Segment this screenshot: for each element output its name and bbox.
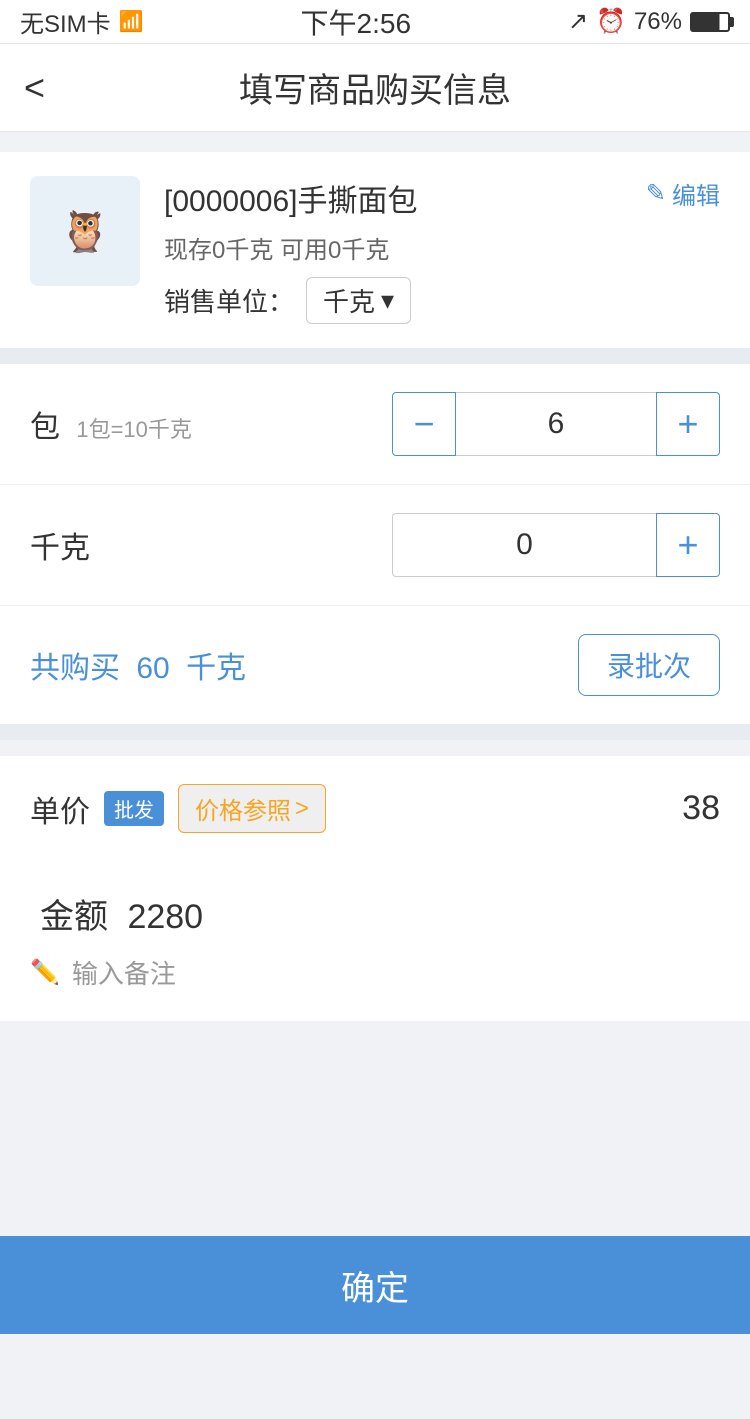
product-info: [0000006]手撕面包 现存0千克 可用0千克 销售单位： 千克 ▾ bbox=[164, 176, 720, 324]
back-button[interactable]: < bbox=[24, 67, 45, 109]
unit-label: 销售单位： bbox=[164, 282, 294, 319]
edit-button[interactable]: ✎ 编辑 bbox=[646, 176, 720, 211]
alarm-icon: ⏰ bbox=[596, 7, 626, 36]
note-placeholder: 输入备注 bbox=[72, 954, 176, 991]
confirm-button-label: 确定 bbox=[341, 1261, 409, 1310]
product-unit-row: 销售单位： 千克 ▾ bbox=[164, 277, 720, 324]
price-section: 单价 批发 价格参照 > 38 bbox=[0, 756, 750, 861]
pencil-icon: ✏️ bbox=[30, 958, 60, 987]
price-ref-arrow: > bbox=[295, 795, 309, 823]
battery-icon bbox=[690, 12, 730, 32]
unit-selector[interactable]: 千克 ▾ bbox=[306, 277, 411, 324]
total-row: 共购买 60 千克 录批次 bbox=[0, 606, 750, 724]
unit-value: 千克 bbox=[323, 282, 375, 319]
package-qty-control: − + bbox=[392, 392, 720, 456]
total-value: 60 bbox=[136, 652, 169, 685]
page-title: 填写商品购买信息 bbox=[239, 63, 511, 112]
kg-qty-control: + bbox=[392, 513, 720, 577]
package-sub-label: 1包=10千克 bbox=[76, 417, 192, 442]
divider-1 bbox=[0, 348, 750, 364]
kg-plus-button[interactable]: + bbox=[656, 513, 720, 577]
location-icon: ↗ bbox=[568, 7, 588, 36]
package-qty-input[interactable] bbox=[456, 392, 656, 456]
nav-bar: < 填写商品购买信息 bbox=[0, 44, 750, 132]
product-icon: 🦉 bbox=[60, 208, 110, 255]
product-name: [0000006]手撕面包 bbox=[164, 176, 720, 220]
amount-section: 金额 2280 ✏️ 输入备注 bbox=[0, 861, 750, 1021]
divider-2 bbox=[0, 724, 750, 740]
price-label: 单价 批发 价格参照 > bbox=[30, 784, 326, 833]
product-stock: 现存0千克 可用0千克 bbox=[164, 230, 720, 265]
price-ref-button[interactable]: 价格参照 > bbox=[178, 784, 326, 833]
amount-value: 2280 bbox=[127, 898, 203, 936]
price-value: 38 bbox=[682, 789, 720, 828]
kg-row: 千克 + bbox=[0, 485, 750, 606]
package-row: 包 1包=10千克 − + bbox=[0, 364, 750, 485]
confirm-button[interactable]: 确定 bbox=[0, 1236, 750, 1334]
status-bar: 无SIM卡 📶 下午2:56 ↗ ⏰ 76% bbox=[0, 0, 750, 44]
product-thumbnail: 🦉 bbox=[30, 176, 140, 286]
input-section: 包 1包=10千克 − + 千克 + bbox=[0, 364, 750, 606]
kg-qty-input[interactable] bbox=[392, 513, 656, 577]
wifi-icon: 📶 bbox=[119, 9, 144, 34]
batch-button[interactable]: 录批次 bbox=[578, 634, 720, 696]
amount-row: 金额 2280 bbox=[30, 889, 720, 938]
kg-label: 千克 bbox=[30, 523, 392, 567]
status-left: 无SIM卡 📶 bbox=[20, 4, 144, 39]
battery-text: 76% bbox=[634, 8, 682, 36]
package-plus-button[interactable]: + bbox=[656, 392, 720, 456]
package-label: 包 1包=10千克 bbox=[30, 402, 392, 446]
note-row[interactable]: ✏️ 输入备注 bbox=[30, 954, 720, 1011]
total-text: 共购买 60 千克 bbox=[30, 643, 246, 687]
unit-dropdown-icon: ▾ bbox=[381, 285, 394, 316]
edit-icon: ✎ bbox=[646, 179, 666, 208]
carrier-text: 无SIM卡 bbox=[20, 4, 111, 39]
package-minus-button[interactable]: − bbox=[392, 392, 456, 456]
status-right: ↗ ⏰ 76% bbox=[568, 7, 730, 36]
product-card: 🦉 [0000006]手撕面包 现存0千克 可用0千克 销售单位： 千克 ▾ ✎… bbox=[0, 152, 750, 348]
status-time: 下午2:56 bbox=[301, 2, 412, 42]
pifa-badge: 批发 bbox=[104, 791, 164, 826]
